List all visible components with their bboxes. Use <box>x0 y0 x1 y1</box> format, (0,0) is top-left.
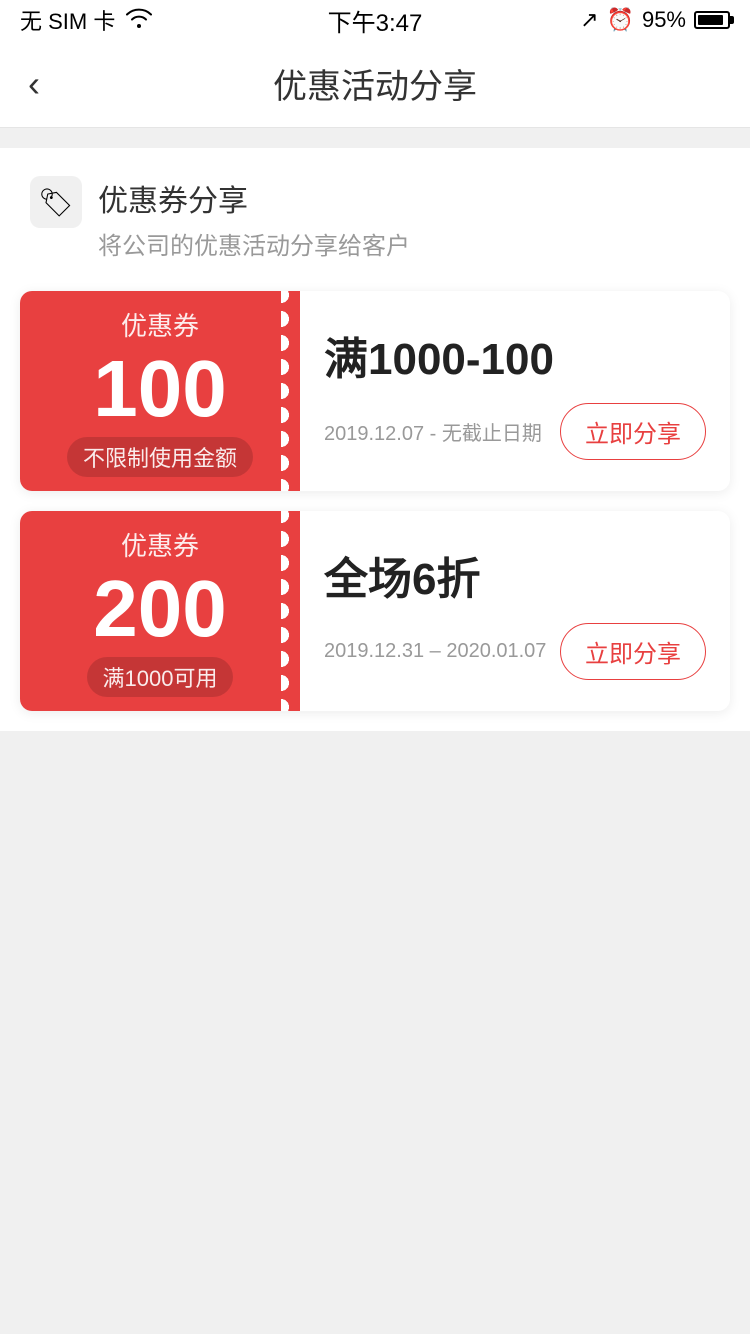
page-title: 优惠活动分享 <box>273 59 477 108</box>
share-button-1[interactable]: 立即分享 <box>560 403 706 460</box>
coupon-name-2: 全场6折 <box>324 543 706 607</box>
section-text: 优惠券分享 将公司的优惠活动分享给客户 <box>98 176 410 261</box>
section-header: 🏷 优惠券分享 将公司的优惠活动分享给客户 <box>0 148 750 281</box>
wifi-icon <box>125 6 153 34</box>
coupon-right-2: 全场6折 2019.12.31 – 2020.01.07 立即分享 <box>300 511 730 711</box>
status-left: 无 SIM 卡 <box>20 4 153 36</box>
battery-pct: 95% <box>642 7 686 33</box>
coupon-value-2: 200 <box>93 569 226 649</box>
coupon-value-1: 100 <box>93 349 226 429</box>
status-right: ↗ ⏰ 95% <box>580 7 730 33</box>
coupon-left-1: 优惠券 100 不限制使用金额 <box>20 291 300 491</box>
coupon-condition-1: 不限制使用金额 <box>67 437 253 477</box>
coupon-date-1: 2019.12.07 - 无截止日期 <box>324 417 548 446</box>
section-subtitle: 将公司的优惠活动分享给客户 <box>98 226 410 261</box>
nav-bar: ‹ 优惠活动分享 <box>0 40 750 128</box>
status-time: 下午3:47 <box>328 3 423 38</box>
coupon-bottom-2: 2019.12.31 – 2020.01.07 立即分享 <box>324 623 706 680</box>
coupon-list: 优惠券 100 不限制使用金额 满1000-100 2019.12.07 - 无… <box>0 281 750 731</box>
bottom-background <box>0 731 750 1331</box>
coupon-label-2: 优惠券 <box>121 526 199 563</box>
location-icon: ↗ <box>580 7 598 33</box>
carrier-text: 无 SIM 卡 <box>20 4 115 36</box>
section-icon: 🏷 <box>30 176 82 228</box>
share-button-2[interactable]: 立即分享 <box>560 623 706 680</box>
coupon-bottom-1: 2019.12.07 - 无截止日期 立即分享 <box>324 403 706 460</box>
alarm-icon: ⏰ <box>607 7 634 33</box>
coupon-right-1: 满1000-100 2019.12.07 - 无截止日期 立即分享 <box>300 291 730 491</box>
battery-icon <box>694 11 730 29</box>
coupon-card-2: 优惠券 200 满1000可用 全场6折 2019.12.31 – 2020.0… <box>20 511 730 711</box>
top-divider <box>0 128 750 148</box>
coupon-name-1: 满1000-100 <box>324 323 706 387</box>
coupon-label-1: 优惠券 <box>121 306 199 343</box>
coupon-condition-2: 满1000可用 <box>87 657 234 697</box>
coupon-left-2: 优惠券 200 满1000可用 <box>20 511 300 711</box>
section-title: 优惠券分享 <box>98 176 410 220</box>
back-button[interactable]: ‹ <box>28 63 40 105</box>
coupon-card-1: 优惠券 100 不限制使用金额 满1000-100 2019.12.07 - 无… <box>20 291 730 491</box>
status-bar: 无 SIM 卡 下午3:47 ↗ ⏰ 95% <box>0 0 750 40</box>
coupon-date-2: 2019.12.31 – 2020.01.07 <box>324 640 548 663</box>
